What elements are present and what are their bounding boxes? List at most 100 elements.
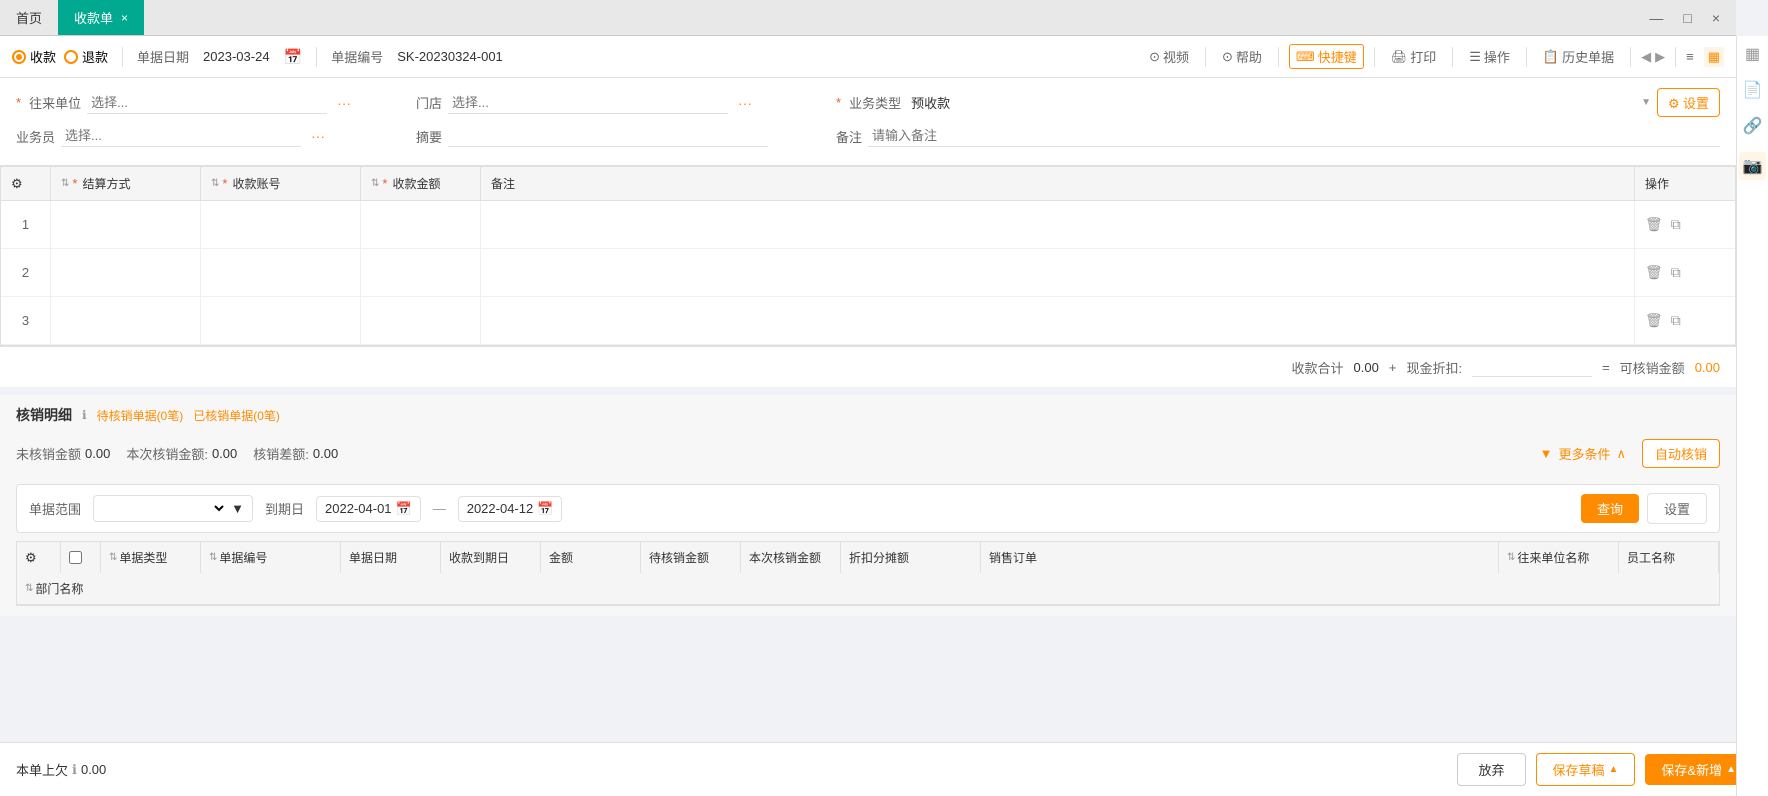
business-type-chevron[interactable]: ▼ (1641, 97, 1651, 108)
bth-settings-icon[interactable]: ⚙ (25, 550, 37, 566)
window-controls: — □ × (1643, 8, 1736, 28)
row-3-delete-icon[interactable]: 🗑 (1645, 312, 1663, 329)
select-all-checkbox[interactable] (69, 551, 82, 564)
done-tab[interactable]: 已核销单据(0笔) (193, 407, 280, 424)
bth-dept: ⇅部门名称 (17, 573, 61, 604)
row-3-account[interactable] (201, 297, 361, 344)
auto-cancel-button[interactable]: 自动核销 (1642, 439, 1720, 468)
nav-left-icon[interactable]: ◀ (1641, 49, 1651, 65)
date-value: 2023-03-24 (203, 49, 270, 64)
store-more-button[interactable]: ··· (734, 95, 756, 111)
calendar-to-icon[interactable]: 📅 (537, 501, 553, 517)
row-2-delete-icon[interactable]: 🗑 (1645, 264, 1663, 281)
more-conditions-button[interactable]: ▼ 更多条件 ∧ (1540, 444, 1626, 463)
uncancelled-label: 未核销金额 (16, 444, 81, 463)
query-label: 查询 (1597, 502, 1623, 517)
row-1-amount[interactable] (361, 201, 481, 248)
verification-info-icon[interactable]: ℹ (82, 408, 87, 422)
info-circle-icon[interactable]: ℹ (72, 762, 77, 778)
due-date-label: 到期日 (265, 499, 304, 518)
discard-button[interactable]: 放弃 (1457, 753, 1525, 786)
stats-row: 未核销金额 0.00 本次核销金额: 0.00 核销差额: 0.00 ▼ 更多条… (16, 433, 1720, 474)
tab-home[interactable]: 首页 (0, 0, 58, 35)
receive-radio[interactable]: 收款 (12, 47, 56, 66)
sidebar-camera-icon[interactable]: 📷 (1739, 152, 1767, 180)
operation-button[interactable]: ☰ 操作 (1463, 44, 1516, 69)
row-3-remark[interactable] (481, 297, 1635, 344)
tab-close-icon[interactable]: × (121, 11, 128, 25)
store-label: 门店 (416, 93, 442, 112)
date-to-input[interactable]: 2022-04-12 📅 (458, 496, 563, 522)
bth-checkbox[interactable] (61, 542, 101, 573)
history-button[interactable]: 📋 历史单据 (1537, 44, 1620, 69)
staff-more-button[interactable]: ··· (307, 128, 329, 144)
query-button[interactable]: 查询 (1581, 494, 1639, 523)
range-select[interactable]: ▼ (93, 495, 253, 522)
save-new-arrow-icon[interactable]: ▲ (1726, 764, 1736, 775)
toolbar-separator-2 (316, 47, 317, 67)
pending-tab[interactable]: 待核销单据(0笔) (97, 407, 184, 424)
return-radio[interactable]: 退款 (64, 47, 108, 66)
summary-input[interactable] (448, 125, 768, 147)
row-1-remark[interactable] (481, 201, 1635, 248)
tab-home-label: 首页 (16, 8, 42, 27)
bth-settings[interactable]: ⚙ (17, 542, 61, 573)
row-3-copy-icon[interactable]: ⧉ (1671, 312, 1681, 329)
row-1-delete-icon[interactable]: 🗑 (1645, 216, 1663, 233)
row-3-amount[interactable] (361, 297, 481, 344)
counterpart-required: * (16, 95, 21, 110)
discount-input[interactable] (1472, 357, 1592, 377)
bth-discount: 折扣分摊额 (841, 542, 981, 573)
verification-title: 核销明细 ℹ 待核销单据(0笔) 已核销单据(0笔) (16, 405, 1720, 425)
row-1-actions: 🗑 ⧉ (1635, 201, 1735, 248)
maximize-button[interactable]: □ (1677, 8, 1697, 28)
calendar-from-icon[interactable]: 📅 (396, 501, 412, 517)
remark-input[interactable] (868, 125, 1720, 147)
row-1-payment-method[interactable] (51, 201, 201, 248)
sidebar-link-icon[interactable]: 🔗 (1743, 116, 1763, 136)
receive-radio-label: 收款 (30, 47, 56, 66)
help-button[interactable]: ⊙ 帮助 (1216, 44, 1268, 69)
minimize-button[interactable]: — (1643, 8, 1669, 28)
receive-return-radio: 收款 退款 (12, 47, 108, 66)
shortcut-button[interactable]: ⌨ 快捷键 (1289, 44, 1364, 69)
sidebar-table-icon[interactable]: ▦ (1745, 44, 1760, 64)
tab-current[interactable]: 收款单 × (58, 0, 144, 35)
row-2-amount[interactable] (361, 249, 481, 296)
row-1-account[interactable] (201, 201, 361, 248)
number-value: SK-20230324-001 (397, 49, 503, 64)
range-select-input[interactable] (102, 500, 227, 517)
video-button[interactable]: ⊙ 视频 (1143, 44, 1195, 69)
sort-icon-1: ⇅ (61, 178, 69, 189)
row-2-account[interactable] (201, 249, 361, 296)
save-draft-button[interactable]: 保存草稿 ▲ (1536, 753, 1636, 786)
discount-label: 现金折扣: (1406, 358, 1462, 377)
store-input[interactable] (448, 92, 728, 114)
row-1-copy-icon[interactable]: ⧉ (1671, 216, 1681, 233)
date-from-input[interactable]: 2022-04-01 📅 (316, 496, 421, 522)
sep5 (1374, 47, 1375, 67)
calendar-icon[interactable]: 📅 (284, 48, 303, 66)
row-2-payment-method[interactable] (51, 249, 201, 296)
row-3-action-btns: 🗑 ⧉ (1645, 312, 1681, 329)
row-2-remark[interactable] (481, 249, 1635, 296)
row-3-payment-method[interactable] (51, 297, 201, 344)
business-type-settings-button[interactable]: ⚙ 设置 (1657, 88, 1720, 117)
print-button[interactable]: 🖨 打印 (1385, 44, 1443, 69)
row-2-copy-icon[interactable]: ⧉ (1671, 264, 1681, 281)
list-view-icon[interactable]: ≡ (1686, 49, 1694, 64)
business-type-label: 业务类型 (849, 93, 901, 112)
draft-arrow-icon[interactable]: ▲ (1609, 764, 1619, 775)
close-button[interactable]: × (1706, 8, 1726, 28)
help-label: 帮助 (1236, 47, 1262, 66)
nav-right-icon[interactable]: ▶ (1655, 49, 1665, 65)
form-row-1: * 往来单位 ··· 门店 ··· * 业务类型 预收款 ▼ ⚙ 设置 (16, 88, 1720, 117)
staff-input[interactable] (61, 125, 301, 147)
table-settings-icon[interactable]: ⚙ (11, 176, 23, 192)
settings-col-header[interactable]: ⚙ (1, 167, 51, 200)
grid-view-icon[interactable]: ▦ (1704, 47, 1724, 67)
filter-settings-button[interactable]: 设置 (1647, 493, 1707, 524)
counterpart-input[interactable] (87, 92, 327, 114)
counterpart-more-button[interactable]: ··· (333, 95, 355, 111)
sidebar-doc-icon[interactable]: 📄 (1743, 80, 1763, 100)
